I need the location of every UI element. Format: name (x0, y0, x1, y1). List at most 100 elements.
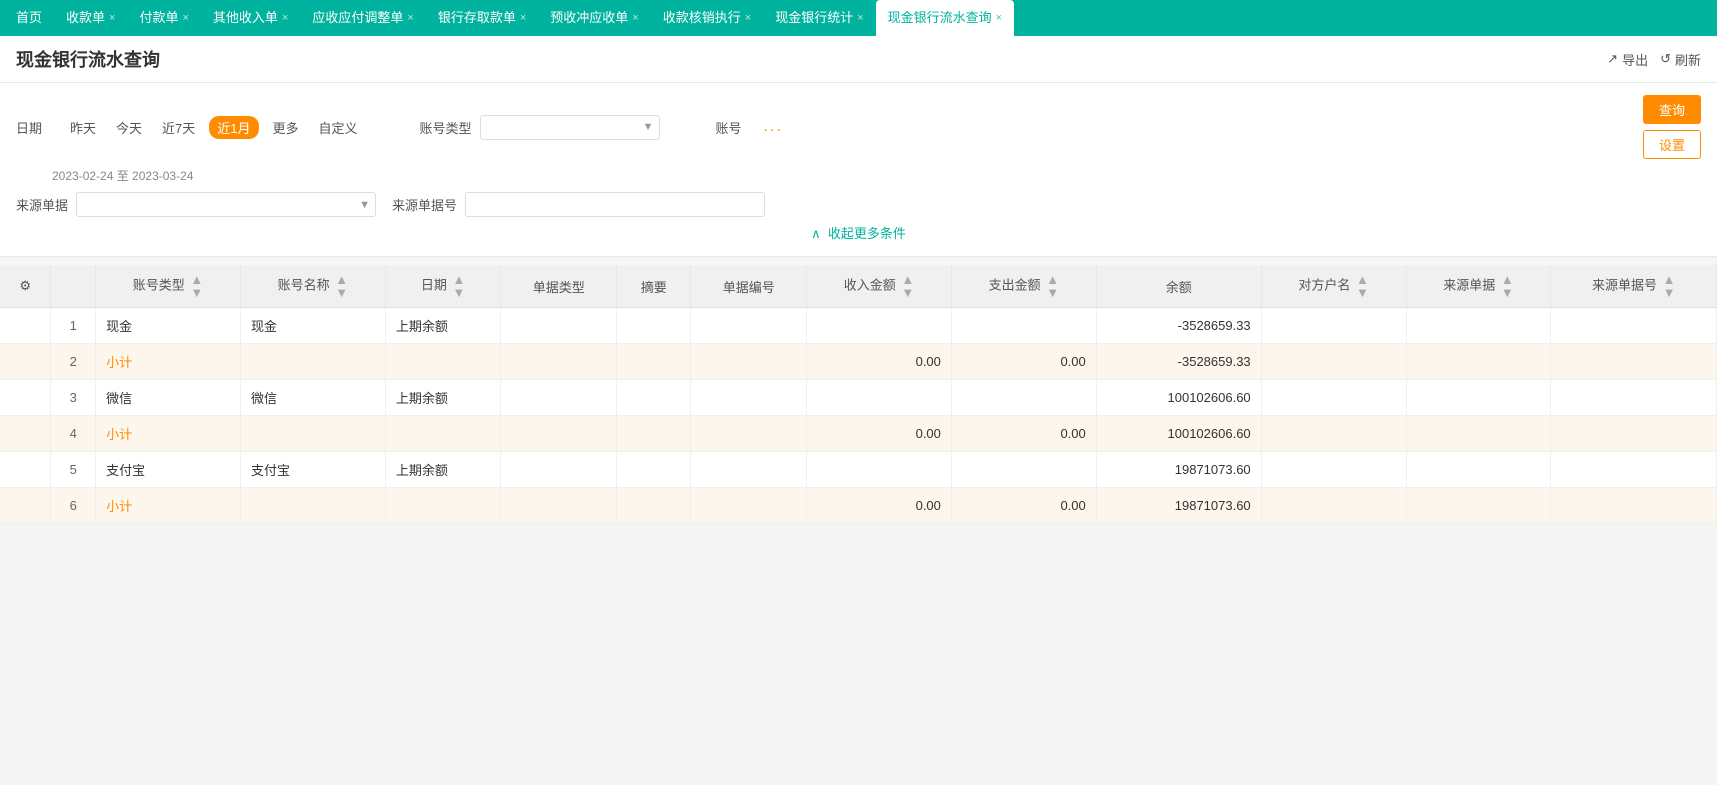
cell-summary (617, 380, 691, 416)
cell-source-doc-no (1551, 308, 1717, 344)
cell-counterparty (1261, 488, 1406, 524)
cell-expense: 0.00 (951, 416, 1096, 452)
account-filter-group: 账号 ... (716, 118, 783, 137)
cell-doc-type (501, 452, 617, 488)
account-type-select[interactable] (480, 115, 660, 140)
col-expense[interactable]: 支出金额 ▲▼ (951, 265, 1096, 308)
cell-date: 上期余额 (385, 380, 501, 416)
sort-icon: ▲▼ (190, 273, 203, 299)
cell-account-name: 微信 (240, 380, 385, 416)
account-type-select-wrapper: ▼ (480, 115, 660, 140)
close-icon[interactable]: × (282, 0, 288, 36)
nav-home[interactable]: 首页 (4, 0, 54, 36)
header-actions: ↗ 导出 ↺ 刷新 (1607, 50, 1701, 69)
cell-balance: 100102606.60 (1096, 380, 1261, 416)
date-opt-yesterday[interactable]: 昨天 (64, 116, 102, 139)
collapse-bar[interactable]: ∧ 收起更多条件 (16, 217, 1701, 244)
col-doc-no: 单据编号 (691, 265, 807, 308)
col-doc-type: 单据类型 (501, 265, 617, 308)
source-doc-select-wrapper: ▼ (76, 192, 376, 217)
cell-gear (0, 380, 51, 416)
cell-date: 上期余额 (385, 452, 501, 488)
nav-other-income[interactable]: 其他收入单 × (201, 0, 300, 36)
cell-source-doc (1406, 380, 1551, 416)
close-icon[interactable]: × (632, 0, 638, 36)
col-account-name[interactable]: 账号名称 ▲▼ (240, 265, 385, 308)
nav-flow-query[interactable]: 现金银行流水查询 × (876, 0, 1014, 36)
cell-seq: 4 (51, 416, 96, 452)
col-counterparty[interactable]: 对方户名 ▲▼ (1261, 265, 1406, 308)
cell-doc-type (501, 488, 617, 524)
account-type-label: 账号类型 (420, 118, 472, 137)
cell-seq: 6 (51, 488, 96, 524)
query-button[interactable]: 查询 (1643, 95, 1701, 124)
refresh-button[interactable]: ↺ 刷新 (1660, 50, 1701, 69)
col-account-type[interactable]: 账号类型 ▲▼ (96, 265, 241, 308)
nav-bank-deposit[interactable]: 银行存取款单 × (426, 0, 538, 36)
filter-area: 日期 昨天 今天 近7天 近1月 更多 自定义 账号类型 ▼ 账号 ... (0, 83, 1717, 257)
cell-account-name (240, 416, 385, 452)
cell-account-name (240, 488, 385, 524)
nav-verify[interactable]: 收款核销执行 × (651, 0, 763, 36)
cell-doc-no (691, 308, 807, 344)
filter-row-1: 日期 昨天 今天 近7天 近1月 更多 自定义 账号类型 ▼ 账号 ... (16, 95, 1701, 159)
cell-summary (617, 452, 691, 488)
cell-doc-type (501, 344, 617, 380)
cell-counterparty (1261, 380, 1406, 416)
cell-gear (0, 344, 51, 380)
close-icon[interactable]: × (745, 0, 751, 36)
cell-doc-no (691, 488, 807, 524)
close-icon[interactable]: × (996, 0, 1002, 36)
cell-account-type: 支付宝 (96, 452, 241, 488)
date-opt-today[interactable]: 今天 (110, 116, 148, 139)
date-opt-more[interactable]: 更多 (267, 116, 305, 139)
cell-account-type: 小计 (96, 416, 241, 452)
cell-balance: 100102606.60 (1096, 416, 1261, 452)
cell-balance: -3528659.33 (1096, 344, 1261, 380)
account-label: 账号 (716, 118, 756, 137)
cell-doc-no (691, 416, 807, 452)
date-opt-7days[interactable]: 近7天 (156, 116, 201, 139)
col-income[interactable]: 收入金额 ▲▼ (807, 265, 952, 308)
close-icon[interactable]: × (520, 0, 526, 36)
close-icon[interactable]: × (182, 0, 188, 36)
close-icon[interactable]: × (857, 0, 863, 36)
cell-seq: 1 (51, 308, 96, 344)
cell-income (807, 308, 952, 344)
cell-income: 0.00 (807, 488, 952, 524)
account-dots-button[interactable]: ... (764, 118, 783, 136)
cell-account-name: 现金 (240, 308, 385, 344)
table-row: 6小计0.000.0019871073.60 (0, 488, 1717, 524)
cell-gear (0, 308, 51, 344)
sort-icon: ▲▼ (1663, 273, 1676, 299)
col-gear[interactable]: ⚙ (0, 265, 51, 308)
nav-adjustment[interactable]: 应收应付调整单 × (300, 0, 425, 36)
cell-balance: 19871073.60 (1096, 488, 1261, 524)
cell-doc-type (501, 380, 617, 416)
source-doc-no-input[interactable] (465, 192, 765, 217)
sort-icon: ▲▼ (335, 273, 348, 299)
close-icon[interactable]: × (407, 0, 413, 36)
table-row: 5支付宝支付宝上期余额19871073.60 (0, 452, 1717, 488)
col-source-doc-no[interactable]: 来源单据号 ▲▼ (1551, 265, 1717, 308)
sort-icon: ▲▼ (1356, 273, 1369, 299)
date-opt-custom[interactable]: 自定义 (313, 116, 364, 139)
close-icon[interactable]: × (109, 0, 115, 36)
col-source-doc[interactable]: 来源单据 ▲▼ (1406, 265, 1551, 308)
nav-receipt[interactable]: 收款单 × (54, 0, 127, 36)
setting-button[interactable]: 设置 (1643, 130, 1701, 159)
account-type-filter-group: 账号类型 ▼ (420, 115, 660, 140)
cell-summary (617, 308, 691, 344)
nav-prepay[interactable]: 预收冲应收单 × (538, 0, 650, 36)
nav-stats[interactable]: 现金银行统计 × (763, 0, 875, 36)
date-opt-1month[interactable]: 近1月 (209, 116, 258, 139)
cell-expense (951, 308, 1096, 344)
cell-source-doc (1406, 308, 1551, 344)
nav-payment[interactable]: 付款单 × (127, 0, 200, 36)
source-doc-label: 来源单据 (16, 195, 68, 214)
export-button[interactable]: ↗ 导出 (1607, 50, 1648, 69)
source-doc-select[interactable] (76, 192, 376, 217)
col-date[interactable]: 日期 ▲▼ (385, 265, 501, 308)
cell-counterparty (1261, 452, 1406, 488)
cell-source-doc-no (1551, 488, 1717, 524)
